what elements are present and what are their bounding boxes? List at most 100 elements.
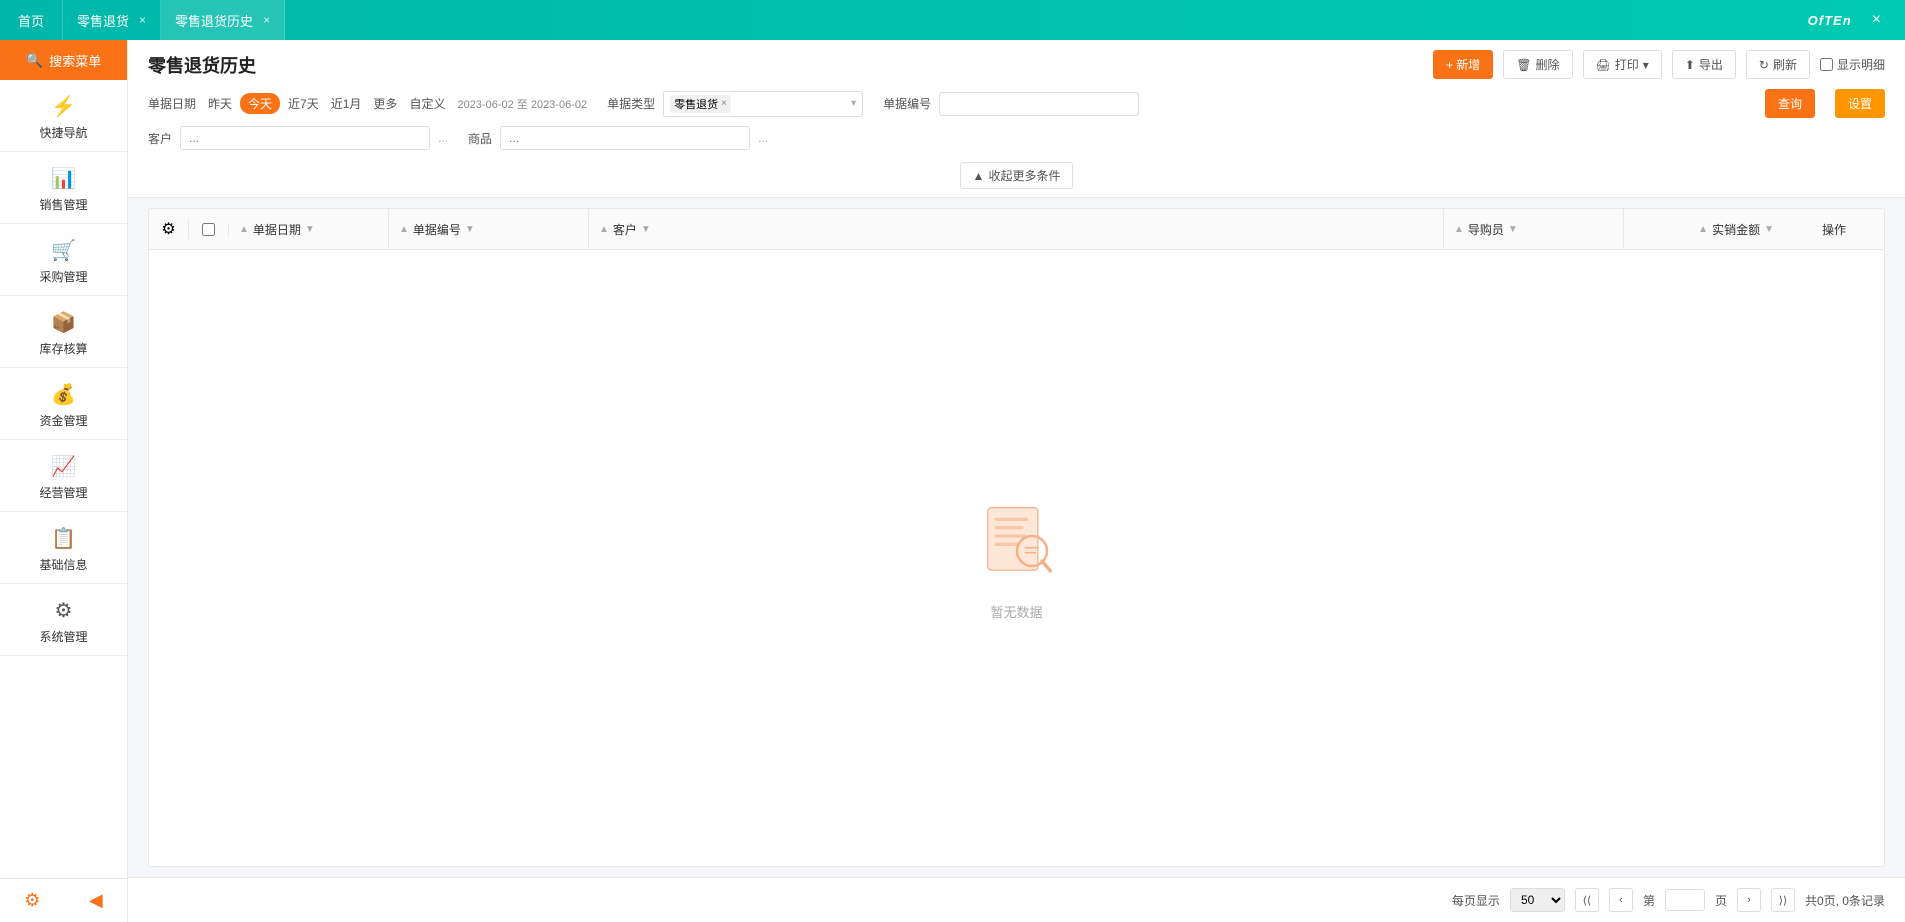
sidebar-item-purchase[interactable]: 🛒 采购管理 <box>0 224 127 296</box>
quick-nav-icon: ⚡ <box>51 94 76 119</box>
sidebar-items: ⚡ 快捷导航 📊 销售管理 🛒 采购管理 📦 库存核算 💰 资金管理 📈 <box>0 80 127 878</box>
filter-area: 单据日期 昨天 今天 近7天 近1月 更多 自定义 2023-06-02 至 2… <box>148 89 1885 197</box>
today-btn[interactable]: 今天 <box>240 93 280 114</box>
sort-guide-down-icon: ▼ <box>1508 224 1518 235</box>
sidebar-item-finance[interactable]: 💰 资金管理 <box>0 368 127 440</box>
sidebar-item-operations[interactable]: 📈 经营管理 <box>0 440 127 512</box>
collapse-button[interactable]: ▲ 收起更多条件 <box>960 162 1074 189</box>
last-page-button[interactable]: ⟩⟩ <box>1771 888 1795 912</box>
last1month-btn[interactable]: 近1月 <box>327 93 366 114</box>
th-amount: ▲ 实销金额 ▼ <box>1624 209 1784 249</box>
th-customer: ▲ 客户 ▼ <box>589 209 1444 249</box>
date-shortcuts: 昨天 今天 近7天 近1月 更多 自定义 <box>204 93 449 114</box>
settings-bottom-icon[interactable]: ⚙ <box>24 890 40 911</box>
search-icon: 🔍 <box>26 52 43 69</box>
goods-filter-group: 商品 ... <box>468 126 768 150</box>
refresh-button[interactable]: ↻ 刷新 <box>1746 50 1810 79</box>
delete-icon: 🗑 <box>1516 58 1531 72</box>
app-logo: OfTEn <box>1808 13 1852 28</box>
doc-no-filter-group: 单据编号 <box>883 92 1139 116</box>
print-dropdown-icon: ▾ <box>1643 58 1649 72</box>
doc-type-label: 单据类型 <box>607 95 655 112</box>
export-button[interactable]: ⬆ 导出 <box>1672 50 1736 79</box>
goods-label: 商品 <box>468 130 492 147</box>
tab-list: 首页 零售退货 × 零售退货历史 × <box>0 0 1808 40</box>
close-tab-retail-return[interactable]: × <box>139 13 146 27</box>
query-button[interactable]: 查询 <box>1765 89 1815 118</box>
refresh-icon: ↻ <box>1759 58 1769 72</box>
sidebar-search[interactable]: 🔍 搜索菜单 <box>0 40 127 80</box>
new-button[interactable]: + 新增 <box>1433 50 1493 79</box>
th-operation: 操作 <box>1784 209 1884 249</box>
goods-dots: ... <box>758 131 768 145</box>
page-size-select[interactable]: 50 100 200 <box>1510 888 1565 912</box>
collapse-sidebar-icon[interactable]: ◀ <box>89 890 103 911</box>
print-button[interactable]: 🖨 打印 ▾ <box>1583 50 1662 79</box>
select-all-checkbox[interactable] <box>202 223 215 236</box>
custom-btn[interactable]: 自定义 <box>405 93 449 114</box>
doc-no-input[interactable] <box>939 92 1139 116</box>
page-number-input[interactable]: 1 <box>1665 889 1705 911</box>
close-tab-retail-return-history[interactable]: × <box>263 13 270 27</box>
sidebar-item-sales[interactable]: 📊 销售管理 <box>0 152 127 224</box>
date-filter-label: 单据日期 <box>148 95 196 112</box>
sort-customer-down-icon: ▼ <box>641 224 651 235</box>
tab-retail-return[interactable]: 零售退货 × <box>63 0 161 40</box>
date-range-display: 2023-06-02 至 2023-06-02 <box>457 96 587 112</box>
doc-type-tag-close[interactable]: × <box>721 98 727 109</box>
delete-button[interactable]: 🗑 删除 <box>1503 50 1572 79</box>
sidebar: 🔍 搜索菜单 ⚡ 快捷导航 📊 销售管理 🛒 采购管理 📦 库存核算 💰 <box>0 40 128 922</box>
export-icon: ⬆ <box>1685 58 1695 72</box>
sidebar-item-inventory[interactable]: 📦 库存核算 <box>0 296 127 368</box>
empty-state: 暂无数据 <box>149 250 1884 866</box>
column-settings-icon[interactable]: ⚙ <box>161 219 175 239</box>
finance-icon: 💰 <box>51 382 76 407</box>
sidebar-item-basic-info[interactable]: 📋 基础信息 <box>0 512 127 584</box>
date-filter-group: 单据日期 昨天 今天 近7天 近1月 更多 自定义 2023-06-02 至 2… <box>148 93 587 114</box>
collapse-icon: ▲ <box>973 169 985 183</box>
sidebar-item-system[interactable]: ⚙ 系统管理 <box>0 584 127 656</box>
sort-docno-down-icon: ▼ <box>465 224 475 235</box>
show-detail-input[interactable] <box>1820 58 1833 71</box>
sort-down-icon: ▼ <box>305 224 315 235</box>
tab-retail-return-history[interactable]: 零售退货历史 × <box>161 0 285 40</box>
doc-no-label: 单据编号 <box>883 95 931 112</box>
table-header: ⚙ ▲ 单据日期 ▼ ▲ 单据编号 ▼ <box>149 209 1884 250</box>
sort-docno-up-icon: ▲ <box>399 224 409 235</box>
inventory-icon: 📦 <box>51 310 76 335</box>
yesterday-btn[interactable]: 昨天 <box>204 93 236 114</box>
operations-icon: 📈 <box>51 454 76 479</box>
th-settings[interactable]: ⚙ <box>149 219 189 239</box>
doc-type-select[interactable]: 零售退货 × ▾ <box>663 91 863 117</box>
sort-up-icon: ▲ <box>239 224 249 235</box>
prev-page-button[interactable]: ‹ <box>1609 888 1633 912</box>
customer-input[interactable] <box>180 126 430 150</box>
doc-type-dropdown-icon: ▾ <box>851 98 856 109</box>
last7days-btn[interactable]: 近7天 <box>284 93 323 114</box>
next-page-button[interactable]: › <box>1737 888 1761 912</box>
empty-illustration <box>967 496 1067 586</box>
system-icon: ⚙ <box>55 598 73 623</box>
table-wrapper: ⚙ ▲ 单据日期 ▼ ▲ 单据编号 ▼ <box>148 208 1885 867</box>
customer-dots: ... <box>438 131 448 145</box>
page-actions: + 新增 🗑 删除 🖨 打印 ▾ ⬆ 导出 ↻ <box>1433 50 1885 79</box>
first-page-button[interactable]: ⟨⟨ <box>1575 888 1599 912</box>
sort-amount-up-icon: ▲ <box>1698 224 1708 235</box>
table-area: ⚙ ▲ 单据日期 ▼ ▲ 单据编号 ▼ <box>128 198 1905 877</box>
sidebar-item-quick-nav[interactable]: ⚡ 快捷导航 <box>0 80 127 152</box>
window-close-button[interactable]: × <box>1864 11 1889 29</box>
main-layout: 🔍 搜索菜单 ⚡ 快捷导航 📊 销售管理 🛒 采购管理 📦 库存核算 💰 <box>0 40 1905 922</box>
top-bar: 首页 零售退货 × 零售退货历史 × OfTEn × <box>0 0 1905 40</box>
more-btn[interactable]: 更多 <box>369 93 401 114</box>
th-guide: ▲ 导购员 ▼ <box>1444 209 1624 249</box>
settings-button[interactable]: 设置 <box>1835 89 1885 118</box>
th-checkbox <box>189 223 229 236</box>
goods-input[interactable] <box>500 126 750 150</box>
sort-guide-up-icon: ▲ <box>1454 224 1464 235</box>
show-detail-checkbox[interactable]: 显示明细 <box>1820 56 1885 73</box>
customer-filter-group: 客户 ... <box>148 126 448 150</box>
filter-row-1: 单据日期 昨天 今天 近7天 近1月 更多 自定义 2023-06-02 至 2… <box>148 89 1885 118</box>
sort-customer-up-icon: ▲ <box>599 224 609 235</box>
tab-home[interactable]: 首页 <box>0 0 63 40</box>
sidebar-bottom: ⚙ ◀ <box>0 878 127 922</box>
